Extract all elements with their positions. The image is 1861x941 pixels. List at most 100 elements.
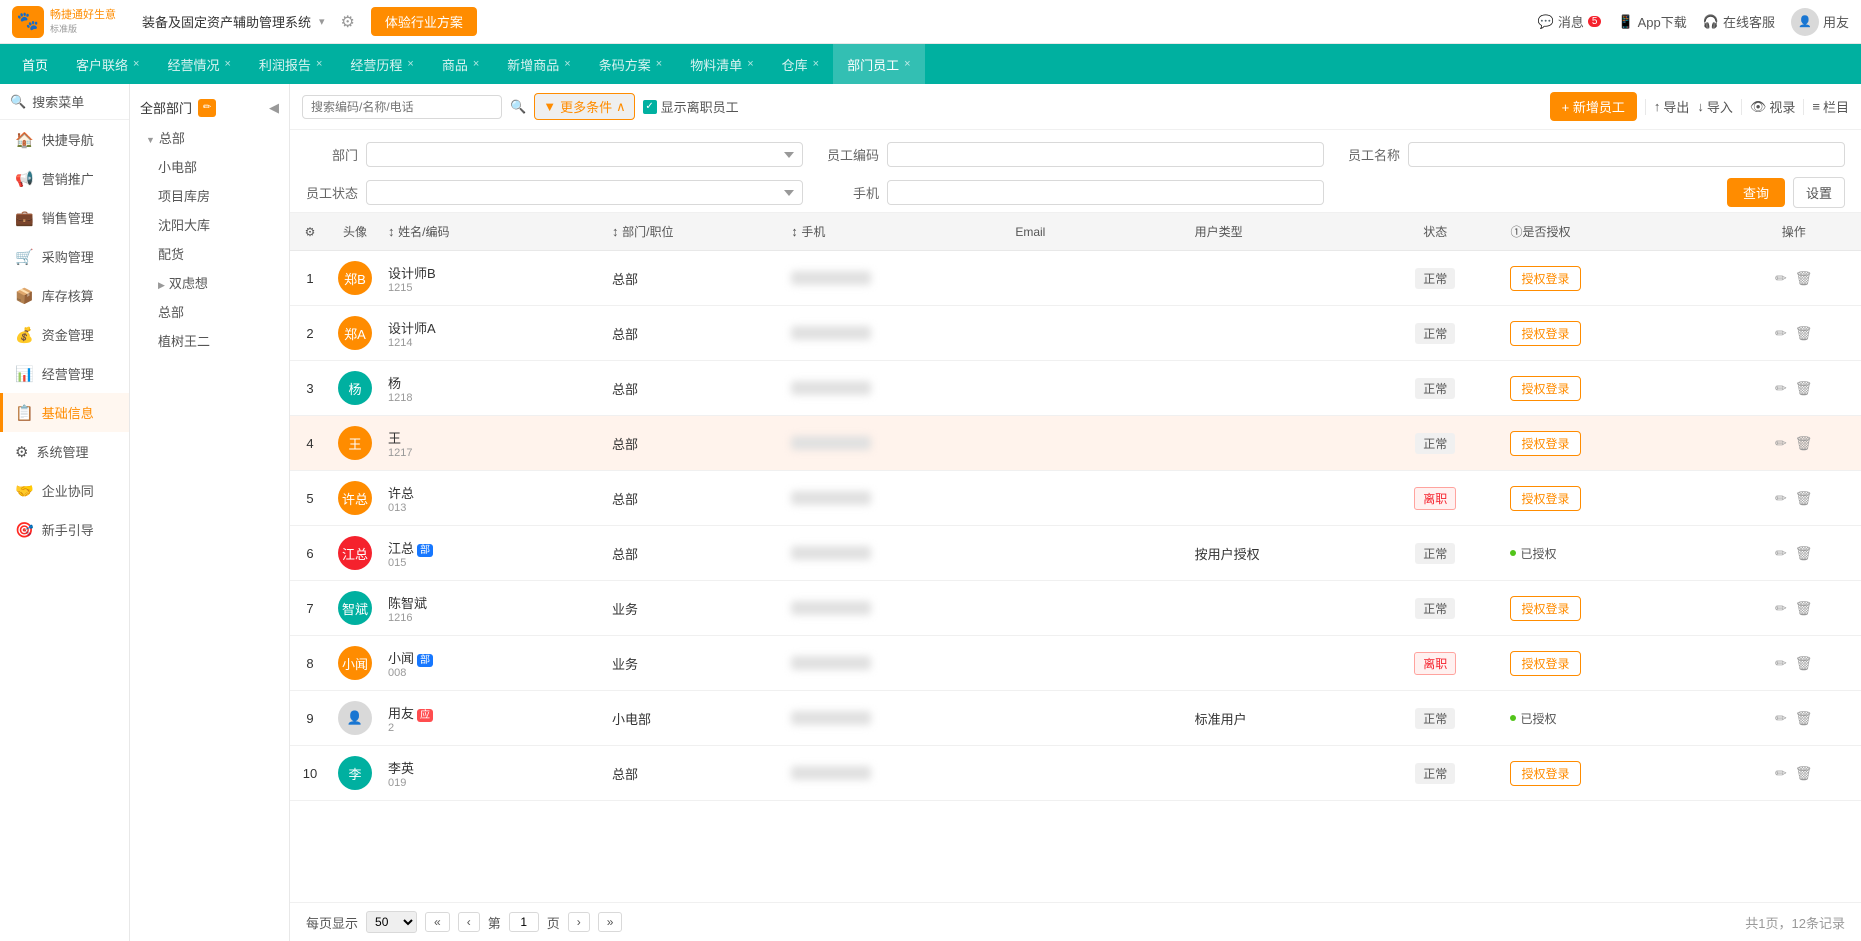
sidebar-item-finance[interactable]: 💰 资金管理 bbox=[0, 315, 129, 354]
prev-page-btn[interactable]: ‹ bbox=[458, 912, 480, 932]
auth-login-btn[interactable]: 授权登录 bbox=[1510, 321, 1580, 346]
nav-tab-customer[interactable]: 客户联络× bbox=[62, 44, 153, 84]
delete-icon[interactable]: 🗑 bbox=[1795, 545, 1813, 562]
sidebar-item-sales[interactable]: 💼 销售管理 bbox=[0, 198, 129, 237]
nav-tab-addgoods[interactable]: 新增商品× bbox=[493, 44, 584, 84]
search-input[interactable] bbox=[302, 95, 502, 119]
sidebar-item-sysadmin[interactable]: ⚙ 系统管理 bbox=[0, 432, 129, 471]
dept-node-root[interactable]: ▼总部 bbox=[130, 123, 289, 152]
th-name[interactable]: ↕ 姓名/编码 bbox=[380, 213, 604, 251]
nav-tab-goods[interactable]: 商品× bbox=[428, 44, 493, 84]
sidebar-item-guide[interactable]: 🎯 新手引导 bbox=[0, 510, 129, 549]
th-phone[interactable]: ↕ 手机 bbox=[783, 213, 1007, 251]
close-icon[interactable]: × bbox=[316, 58, 322, 70]
delete-icon[interactable]: 🗑 bbox=[1795, 380, 1813, 397]
delete-icon[interactable]: 🗑 bbox=[1795, 270, 1813, 287]
edit-icon[interactable]: ✏ bbox=[1775, 380, 1787, 397]
delete-icon[interactable]: 🗑 bbox=[1795, 325, 1813, 342]
view-btn[interactable]: 👁 视录 bbox=[1750, 97, 1796, 116]
close-icon[interactable]: × bbox=[407, 58, 413, 70]
dept-node-project[interactable]: 项目库房 bbox=[130, 181, 289, 210]
online-service-item[interactable]: 🎧 在线客服 bbox=[1703, 12, 1775, 31]
edit-icon[interactable]: ✏ bbox=[1775, 270, 1787, 287]
sidebar-item-marketing[interactable]: 📢 营销推广 bbox=[0, 159, 129, 198]
edit-icon[interactable]: ✏ bbox=[1775, 600, 1787, 617]
sidebar-item-mgmt[interactable]: 📊 经营管理 bbox=[0, 354, 129, 393]
sidebar-item-collab[interactable]: 🤝 企业协同 bbox=[0, 471, 129, 510]
export-btn[interactable]: ↑ 导出 bbox=[1654, 97, 1690, 116]
dept-node-zongbu[interactable]: 总部 bbox=[130, 297, 289, 326]
edit-icon[interactable]: ✏ bbox=[1775, 435, 1787, 452]
first-page-btn[interactable]: « bbox=[425, 912, 450, 932]
edit-icon[interactable]: ✏ bbox=[1775, 545, 1787, 562]
th-dept[interactable]: ↕ 部门/职位 bbox=[604, 213, 783, 251]
nav-tab-dept-emp[interactable]: 部门员工× bbox=[833, 44, 924, 84]
dept-select[interactable] bbox=[366, 142, 803, 167]
dept-node-peihuo[interactable]: 配货 bbox=[130, 239, 289, 268]
auth-login-btn[interactable]: 授权登录 bbox=[1510, 376, 1580, 401]
delete-icon[interactable]: 🗑 bbox=[1795, 765, 1813, 782]
dept-node-shenyang[interactable]: 沈阳大库 bbox=[130, 210, 289, 239]
auth-login-btn[interactable]: 授权登录 bbox=[1510, 431, 1580, 456]
phone-input[interactable] bbox=[887, 180, 1324, 205]
delete-icon[interactable]: 🗑 bbox=[1795, 435, 1813, 452]
edit-icon[interactable]: ✏ bbox=[1775, 325, 1787, 342]
dept-tree-edit-icon[interactable]: ✏ bbox=[198, 99, 216, 117]
auth-login-btn[interactable]: 授权登录 bbox=[1510, 596, 1580, 621]
nav-tab-profit[interactable]: 利润报告× bbox=[245, 44, 336, 84]
sidebar-item-basic[interactable]: 📋 基础信息 bbox=[0, 393, 129, 432]
msg-item[interactable]: 💬 消息 5 bbox=[1538, 12, 1602, 31]
nav-tab-warehouse[interactable]: 仓库× bbox=[768, 44, 833, 84]
show-resigned-checkbox[interactable]: ✓ bbox=[643, 100, 657, 114]
user-item[interactable]: 👤 用友 bbox=[1791, 8, 1849, 36]
close-icon[interactable]: × bbox=[813, 58, 819, 70]
current-page-input[interactable] bbox=[509, 912, 539, 932]
empname-input[interactable] bbox=[1408, 142, 1845, 167]
nav-tab-barcode[interactable]: 条码方案× bbox=[585, 44, 676, 84]
next-page-btn[interactable]: › bbox=[568, 912, 590, 932]
app-download-item[interactable]: 📱 App下载 bbox=[1617, 12, 1686, 31]
dept-node-zhishuwang[interactable]: 植树王二 bbox=[130, 326, 289, 355]
close-icon[interactable]: × bbox=[904, 58, 910, 70]
auth-login-btn[interactable]: 授权登录 bbox=[1510, 486, 1580, 511]
empcode-input[interactable] bbox=[887, 142, 1324, 167]
search-btn[interactable]: 🔍 bbox=[510, 99, 526, 115]
delete-icon[interactable]: 🗑 bbox=[1795, 490, 1813, 507]
edit-icon[interactable]: ✏ bbox=[1775, 765, 1787, 782]
page-size-select[interactable]: 50 10 20 100 bbox=[366, 911, 417, 933]
search-menu-btn[interactable]: 🔍 搜索菜单 bbox=[0, 84, 129, 120]
reset-btn[interactable]: 设置 bbox=[1793, 177, 1845, 208]
edit-icon[interactable]: ✏ bbox=[1775, 710, 1787, 727]
sidebar-item-purchase[interactable]: 🛒 采购管理 bbox=[0, 237, 129, 276]
sidebar-item-inventory[interactable]: 📦 库存核算 bbox=[0, 276, 129, 315]
auth-login-btn[interactable]: 授权登录 bbox=[1510, 266, 1580, 291]
close-icon[interactable]: × bbox=[473, 58, 479, 70]
delete-icon[interactable]: 🗑 bbox=[1795, 710, 1813, 727]
close-icon[interactable]: × bbox=[656, 58, 662, 70]
delete-icon[interactable]: 🗑 bbox=[1795, 655, 1813, 672]
edit-icon[interactable]: ✏ bbox=[1775, 655, 1787, 672]
nav-tab-history[interactable]: 经营历程× bbox=[336, 44, 427, 84]
close-icon[interactable]: × bbox=[133, 58, 139, 70]
dept-node-xiaodibu[interactable]: 小电部 bbox=[130, 152, 289, 181]
delete-icon[interactable]: 🗑 bbox=[1795, 600, 1813, 617]
import-btn[interactable]: ↓ 导入 bbox=[1697, 97, 1733, 116]
close-icon[interactable]: × bbox=[747, 58, 753, 70]
dept-tree-collapse-btn[interactable]: ◀ bbox=[269, 100, 279, 116]
last-page-btn[interactable]: » bbox=[598, 912, 623, 932]
auth-login-btn[interactable]: 授权登录 bbox=[1510, 651, 1580, 676]
edit-icon[interactable]: ✏ bbox=[1775, 490, 1787, 507]
close-icon[interactable]: × bbox=[224, 58, 230, 70]
nav-tab-operation[interactable]: 经营情况× bbox=[153, 44, 244, 84]
dept-node-shuanglvxiang[interactable]: ▶双虑想 bbox=[130, 268, 289, 297]
show-resigned-label[interactable]: ✓ 显示离职员工 bbox=[643, 97, 739, 116]
sidebar-item-quicknav[interactable]: 🏠 快捷导航 bbox=[0, 120, 129, 159]
auth-login-btn[interactable]: 授权登录 bbox=[1510, 761, 1580, 786]
settings-icon[interactable]: ⚙ bbox=[341, 12, 355, 32]
empstatus-select[interactable] bbox=[366, 180, 803, 205]
close-icon[interactable]: × bbox=[564, 58, 570, 70]
query-btn[interactable]: 查询 bbox=[1727, 178, 1785, 207]
more-filter-btn[interactable]: ▼ 更多条件 ∧ bbox=[534, 93, 634, 120]
nav-home[interactable]: 首页 bbox=[8, 44, 62, 84]
nav-tab-bom[interactable]: 物料清单× bbox=[676, 44, 767, 84]
